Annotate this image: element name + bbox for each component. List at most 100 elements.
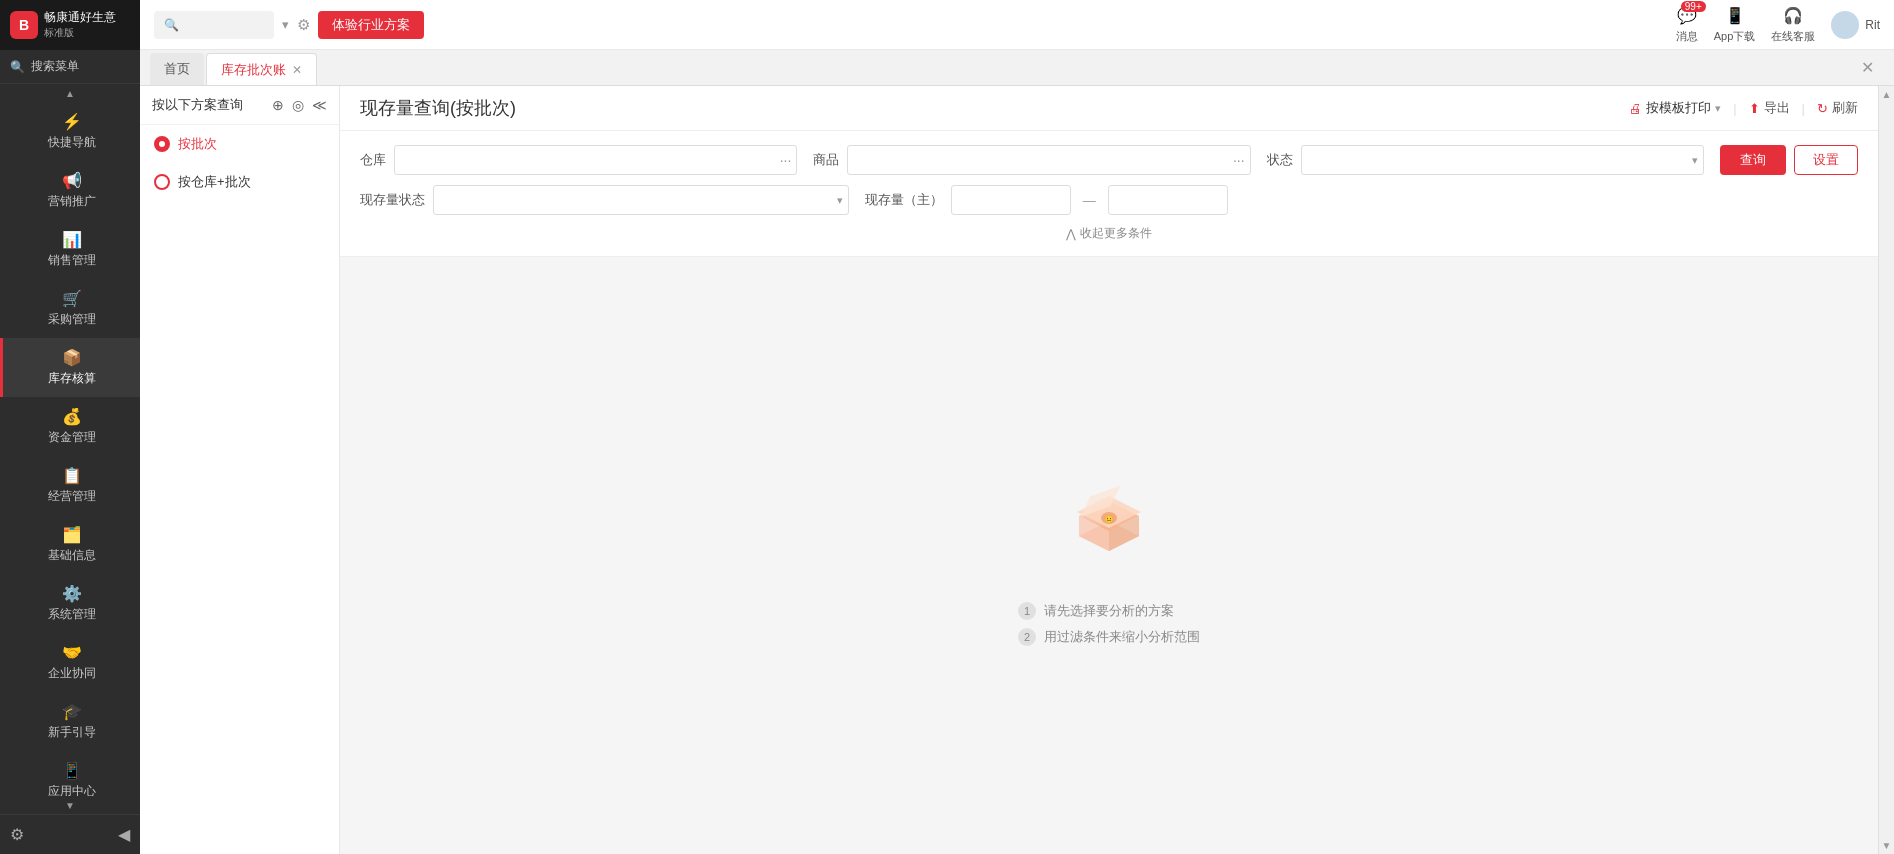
sidebar-settings-icon[interactable]: ⚙ — [10, 825, 24, 844]
app-center-icon: 📱 — [62, 761, 82, 780]
online-service-action[interactable]: 🎧 在线客服 — [1771, 6, 1815, 44]
inventory-qty-label: 现存量（主） — [865, 191, 943, 209]
print-btn[interactable]: 🖨 按模板打印 ▾ — [1629, 99, 1721, 117]
sidebar: B 畅康通好生意 标准版 🔍 搜索菜单 ▲ ⚡ 快捷导航 📢 营销推广 📊 销售… — [0, 0, 140, 854]
scrollbar-down-arrow[interactable]: ▼ — [1882, 840, 1892, 851]
right-content: 现存量查询(按批次) 🖨 按模板打印 ▾ | ⬆ 导出 | ↻ — [340, 86, 1878, 854]
finance-icon: 💰 — [62, 407, 82, 426]
user-area[interactable]: Rit — [1831, 11, 1880, 39]
sidebar-scroll-up[interactable]: ▲ — [0, 84, 140, 102]
tab-home[interactable]: 首页 — [150, 53, 204, 85]
filter-group-warehouse: 仓库 ··· — [360, 145, 797, 175]
page-header: 现存量查询(按批次) 🖨 按模板打印 ▾ | ⬆ 导出 | ↻ — [340, 86, 1878, 131]
tip-1-num: 1 — [1018, 602, 1036, 620]
sidebar-item-collab[interactable]: 🤝 企业协同 — [0, 633, 140, 692]
sidebar-item-label: 基础信息 — [48, 547, 96, 564]
empty-illustration: 😐 — [1049, 466, 1169, 586]
sidebar-item-basic[interactable]: 🗂️ 基础信息 — [0, 515, 140, 574]
sidebar-item-inventory[interactable]: 📦 库存核算 — [0, 338, 140, 397]
product-input[interactable] — [847, 145, 1250, 175]
tip-1-text: 请先选择要分析的方案 — [1044, 602, 1174, 620]
topbar-search-icon: 🔍 — [164, 18, 179, 32]
scheme-item-by-batch[interactable]: 按批次 — [140, 125, 339, 163]
left-panel-header-icons: ⊕ ◎ ≪ — [272, 97, 327, 113]
topbar: 🔍 ▾ ⚙ 体验行业方案 💬 99+ 消息 📱 App下载 🎧 在线客服 — [140, 0, 1894, 50]
sidebar-item-finance[interactable]: 💰 资金管理 — [0, 397, 140, 456]
sidebar-item-app-center[interactable]: 📱 应用中心 — [0, 751, 140, 796]
inventory-qty-to-input[interactable] — [1108, 185, 1228, 215]
sidebar-collapse-icon[interactable]: ◀ — [118, 825, 130, 844]
export-btn[interactable]: ⬆ 导出 — [1749, 99, 1790, 117]
sidebar-item-marketing[interactable]: 📢 营销推广 — [0, 161, 140, 220]
page-close-btn[interactable]: ✕ — [1861, 58, 1874, 77]
scheme-item-by-warehouse-batch[interactable]: 按仓库+批次 — [140, 163, 339, 201]
collapse-more-btn[interactable]: ⋀ 收起更多条件 — [360, 225, 1858, 242]
sidebar-search[interactable]: 🔍 搜索菜单 — [0, 50, 140, 84]
sales-icon: 📊 — [62, 230, 82, 249]
query-button[interactable]: 查询 — [1720, 145, 1786, 175]
warehouse-dots-icon[interactable]: ··· — [780, 152, 792, 168]
inventory-status-select[interactable]: 全部 大于0 等于0 小于0 — [433, 185, 849, 215]
topbar-settings-icon[interactable]: ⚙ — [297, 16, 310, 34]
content-area: 按以下方案查询 ⊕ ◎ ≪ 按批次 按仓库+批次 — [140, 86, 1894, 854]
tabbar: 首页 库存批次账 ✕ ✕ — [140, 50, 1894, 86]
tip-2-text: 用过滤条件来缩小分析范围 — [1044, 628, 1200, 646]
app-edition: 标准版 — [44, 26, 116, 40]
warehouse-input-wrapper: ··· — [394, 145, 797, 175]
sidebar-item-label: 经营管理 — [48, 488, 96, 505]
sidebar-item-label: 资金管理 — [48, 429, 96, 446]
scheme-dot-by-batch — [154, 136, 170, 152]
scrollbar-up-arrow[interactable]: ▲ — [1882, 89, 1892, 100]
scheme-label-by-batch: 按批次 — [178, 135, 217, 153]
sidebar-item-label: 快捷导航 — [48, 134, 96, 151]
sidebar-item-label: 库存核算 — [48, 370, 96, 387]
sidebar-item-sales[interactable]: 📊 销售管理 — [0, 220, 140, 279]
sidebar-scroll-down[interactable]: ▼ — [0, 796, 140, 814]
export-icon: ⬆ — [1749, 101, 1760, 116]
tab-home-label: 首页 — [164, 60, 190, 78]
sidebar-item-guide[interactable]: 🎓 新手引导 — [0, 692, 140, 751]
left-panel: 按以下方案查询 ⊕ ◎ ≪ 按批次 按仓库+批次 — [140, 86, 340, 854]
ops-icon: 📋 — [62, 466, 82, 485]
print-label: 按模板打印 — [1646, 99, 1711, 117]
sidebar-item-quick-nav[interactable]: ⚡ 快捷导航 — [0, 102, 140, 161]
inventory-qty-from-input[interactable] — [951, 185, 1071, 215]
topbar-search-box[interactable]: 🔍 — [154, 11, 274, 39]
inventory-qty-dash: — — [1079, 193, 1100, 208]
settings-scheme-icon[interactable]: ◎ — [292, 97, 304, 113]
print-dropdown-icon[interactable]: ▾ — [1715, 102, 1721, 115]
tab-close-icon[interactable]: ✕ — [292, 64, 302, 76]
sidebar-item-purchase[interactable]: 🛒 采购管理 — [0, 279, 140, 338]
refresh-label: 刷新 — [1832, 99, 1858, 117]
sidebar-item-ops[interactable]: 📋 经营管理 — [0, 456, 140, 515]
system-icon: ⚙️ — [62, 584, 82, 603]
warehouse-input[interactable] — [394, 145, 797, 175]
status-select[interactable]: 全部 正常 停用 — [1301, 145, 1704, 175]
settings-button[interactable]: 设置 — [1794, 145, 1858, 175]
filter-group-product: 商品 ··· — [813, 145, 1250, 175]
empty-tips: 1 请先选择要分析的方案 2 用过滤条件来缩小分析范围 — [1018, 602, 1200, 646]
sidebar-item-label: 销售管理 — [48, 252, 96, 269]
add-scheme-icon[interactable]: ⊕ — [272, 97, 284, 113]
tab-batch-account-label: 库存批次账 — [221, 61, 286, 79]
collapse-panel-icon[interactable]: ≪ — [312, 97, 327, 113]
refresh-btn[interactable]: ↻ 刷新 — [1817, 99, 1858, 117]
product-dots-icon[interactable]: ··· — [1233, 152, 1245, 168]
empty-tip-2: 2 用过滤条件来缩小分析范围 — [1018, 628, 1200, 646]
sidebar-item-system[interactable]: ⚙️ 系统管理 — [0, 574, 140, 633]
scheme-dot-by-warehouse-batch — [154, 174, 170, 190]
message-action[interactable]: 💬 99+ 消息 — [1676, 6, 1698, 44]
sidebar-item-label: 系统管理 — [48, 606, 96, 623]
scheme-label-by-warehouse-batch: 按仓库+批次 — [178, 173, 251, 191]
export-label: 导出 — [1764, 99, 1790, 117]
print-icon: 🖨 — [1629, 101, 1642, 116]
filter-row-1: 仓库 ··· 商品 ··· — [360, 145, 1858, 175]
app-download-action[interactable]: 📱 App下载 — [1714, 6, 1756, 44]
message-label: 消息 — [1676, 29, 1698, 44]
warehouse-label: 仓库 — [360, 151, 386, 169]
product-input-wrapper: ··· — [847, 145, 1250, 175]
experience-btn[interactable]: 体验行业方案 — [318, 11, 424, 39]
tab-batch-account[interactable]: 库存批次账 ✕ — [206, 53, 317, 85]
topbar-dropdown-icon[interactable]: ▾ — [282, 17, 289, 32]
collapse-more-label: 收起更多条件 — [1080, 225, 1152, 242]
